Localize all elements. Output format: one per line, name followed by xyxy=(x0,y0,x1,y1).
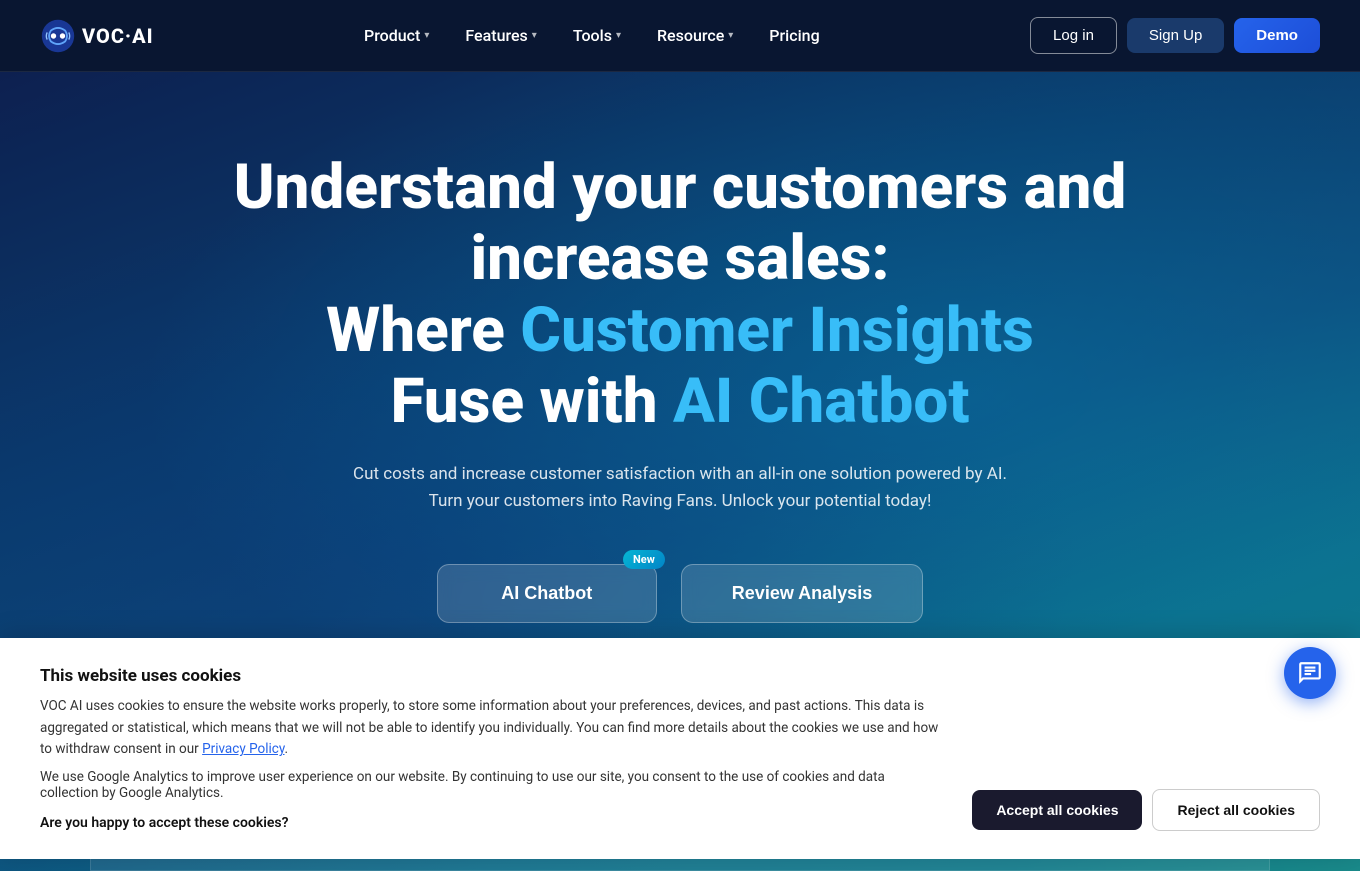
chevron-down-icon: ▾ xyxy=(532,30,537,41)
cookie-actions: Accept all cookies Reject all cookies xyxy=(972,789,1320,831)
hero-title: Understand your customers and increase s… xyxy=(180,152,1180,437)
nav-item-tools[interactable]: Tools ▾ xyxy=(559,18,635,53)
nav-item-product[interactable]: Product ▾ xyxy=(350,18,443,53)
hero-title-line2: Where Customer Insights xyxy=(326,294,1034,367)
chat-widget-button[interactable] xyxy=(1284,647,1336,699)
logo-text: VOC·AI xyxy=(82,24,154,48)
cookie-analytics: We use Google Analytics to improve user … xyxy=(40,769,940,801)
new-badge: New xyxy=(623,550,665,569)
demo-button[interactable]: Demo xyxy=(1234,18,1320,53)
hero-title-line1: Understand your customers and increase s… xyxy=(234,151,1127,295)
chat-icon xyxy=(1297,660,1323,686)
nav-item-features[interactable]: Features ▾ xyxy=(451,18,550,53)
nav-item-resource[interactable]: Resource ▾ xyxy=(643,18,747,53)
logo-icon xyxy=(40,18,76,54)
review-analysis-button[interactable]: Review Analysis xyxy=(681,564,923,623)
cookie-title: This website uses cookies xyxy=(40,666,960,686)
accept-cookies-button[interactable]: Accept all cookies xyxy=(972,790,1142,830)
privacy-policy-link[interactable]: Privacy Policy xyxy=(202,741,284,757)
signup-button[interactable]: Sign Up xyxy=(1127,18,1224,53)
hero-title-line3: Fuse with AI Chatbot xyxy=(390,365,969,438)
cookie-body: VOC AI uses cookies to ensure the websit… xyxy=(40,696,940,761)
chatbot-button-wrapper: New AI Chatbot xyxy=(437,564,657,623)
nav-links: Product ▾ Features ▾ Tools ▾ Resource ▾ … xyxy=(350,18,834,53)
cookie-footer: This website uses cookies VOC AI uses co… xyxy=(40,666,1320,831)
hero-highlight-insights: Customer Insights xyxy=(520,294,1034,367)
cookie-text-area: This website uses cookies VOC AI uses co… xyxy=(40,666,960,831)
hero-buttons: New AI Chatbot Review Analysis xyxy=(180,564,1180,623)
nav-actions: Log in Sign Up Demo xyxy=(1030,17,1320,54)
login-button[interactable]: Log in xyxy=(1030,17,1117,54)
logo[interactable]: VOC·AI xyxy=(40,18,154,54)
hero-highlight-chatbot: AI Chatbot xyxy=(673,365,970,438)
chatbot-button[interactable]: AI Chatbot xyxy=(437,564,657,623)
chevron-down-icon: ▾ xyxy=(616,30,621,41)
chevron-down-icon: ▾ xyxy=(424,30,429,41)
hero-content: Understand your customers and increase s… xyxy=(180,152,1180,671)
navbar: VOC·AI Product ▾ Features ▾ Tools ▾ Reso… xyxy=(0,0,1360,72)
reject-cookies-button[interactable]: Reject all cookies xyxy=(1152,789,1320,831)
hero-subtitle: Cut costs and increase customer satisfac… xyxy=(180,461,1180,515)
nav-item-pricing[interactable]: Pricing xyxy=(755,18,833,53)
cookie-banner: This website uses cookies VOC AI uses co… xyxy=(0,638,1360,859)
chevron-down-icon: ▾ xyxy=(728,30,733,41)
cookie-question: Are you happy to accept these cookies? xyxy=(40,815,960,831)
